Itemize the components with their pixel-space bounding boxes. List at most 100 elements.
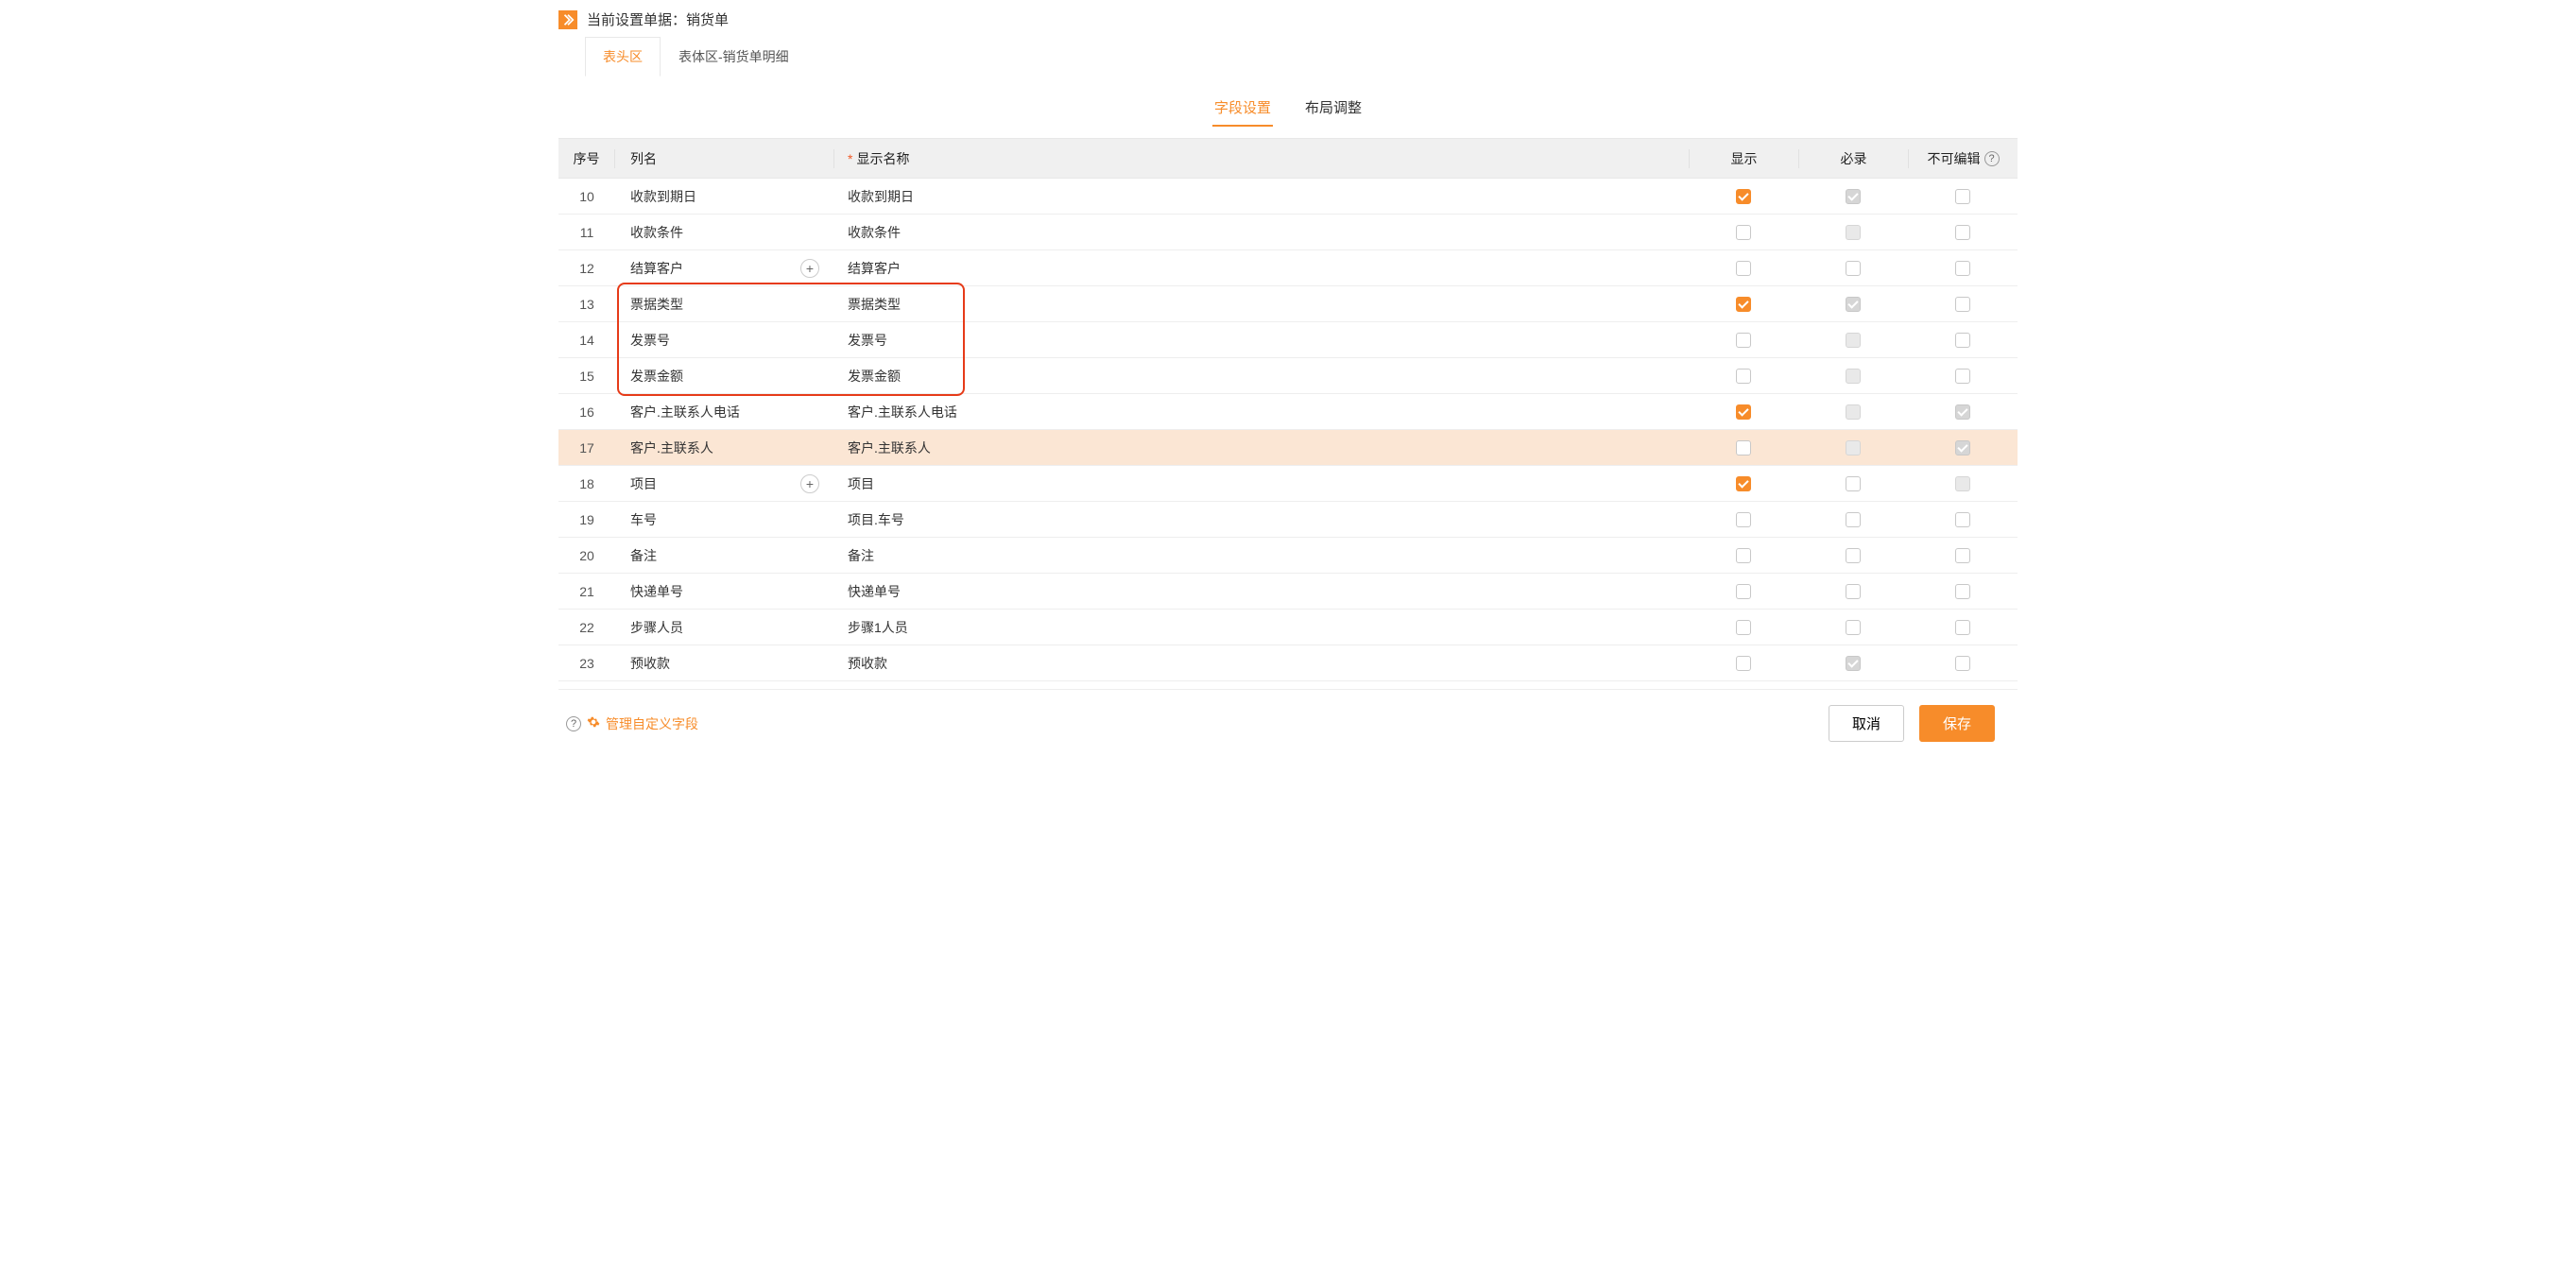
table-row[interactable]: 10收款到期日收款到期日 [558,179,2018,215]
checkbox-readonly[interactable] [1955,548,1970,563]
checkbox-visible[interactable] [1736,369,1751,384]
checkbox-readonly[interactable] [1955,297,1970,312]
row-display-cell[interactable]: 项目.车号 [834,510,1689,529]
row-display-cell[interactable]: 快递单号 [834,582,1689,601]
plus-icon[interactable]: + [800,474,819,493]
row-name-cell: 票据类型 [615,295,834,314]
table-row[interactable]: 22步骤人员步骤1人员 [558,610,2018,645]
checkbox-readonly[interactable] [1955,189,1970,204]
row-display-cell[interactable]: 预收款 [834,654,1689,673]
checkbox-visible[interactable] [1736,297,1751,312]
row-display-cell[interactable]: 收款条件 [834,223,1689,242]
checkbox-readonly[interactable] [1955,512,1970,527]
table-row[interactable]: 16客户.主联系人电话客户.主联系人电话 [558,394,2018,430]
row-display-cell[interactable]: 项目 [834,474,1689,493]
row-name-label: 客户.主联系人 [630,438,713,457]
checkbox-required[interactable] [1846,512,1861,527]
table-row[interactable]: 23预收款预收款 [558,645,2018,681]
checkbox-required [1846,656,1861,671]
plus-icon[interactable]: + [800,259,819,278]
row-name-label: 快递单号 [630,582,683,601]
checkbox-readonly[interactable] [1955,261,1970,276]
table-row[interactable]: 18 项目 + 项目 [558,466,2018,502]
checkbox-readonly[interactable] [1955,369,1970,384]
checkbox-readonly[interactable] [1955,656,1970,671]
page-header: 当前设置单据： 销货单 [558,0,2018,37]
checkbox-readonly [1955,404,1970,420]
table-row[interactable]: 11收款条件收款条件 [558,215,2018,250]
table-row[interactable]: 21快递单号快递单号 [558,574,2018,610]
row-display-cell[interactable]: 备注 [834,546,1689,565]
row-display-cell[interactable]: 票据类型 [834,295,1689,314]
expand-icon[interactable] [558,10,577,29]
checkbox-readonly[interactable] [1955,333,1970,348]
row-display-cell[interactable]: 发票金额 [834,367,1689,386]
col-header-name: 列名 [615,149,834,168]
row-name-cell: 车号 [615,510,834,529]
checkbox-visible[interactable] [1736,584,1751,599]
row-name-cell: 客户.主联系人 [615,438,834,457]
row-name-cell: 发票金额 [615,367,834,386]
row-display-cell[interactable]: 结算客户 [834,259,1689,278]
row-seq: 18 [558,476,615,491]
checkbox-readonly[interactable] [1955,225,1970,240]
checkbox-visible[interactable] [1736,512,1751,527]
row-display-cell[interactable]: 收款到期日 [834,187,1689,206]
row-name-cell: 项目 + [615,474,834,493]
checkbox-required [1846,189,1861,204]
row-display-cell[interactable]: 客户.主联系人电话 [834,403,1689,421]
row-name-label: 项目 [630,474,657,493]
col-header-required: 必录 [1798,149,1908,168]
checkbox-visible[interactable] [1736,225,1751,240]
row-name-label: 客户.主联系人电话 [630,403,740,421]
checkbox-visible[interactable] [1736,404,1751,420]
table-row[interactable]: 17客户.主联系人客户.主联系人 [558,430,2018,466]
checkbox-required[interactable] [1846,261,1861,276]
checkbox-required[interactable] [1846,548,1861,563]
checkbox-visible[interactable] [1736,620,1751,635]
row-name-cell: 收款到期日 [615,187,834,206]
table-row[interactable]: 13票据类型票据类型 [558,286,2018,322]
checkbox-readonly[interactable] [1955,584,1970,599]
checkbox-visible[interactable] [1736,548,1751,563]
table-row[interactable]: 19车号项目.车号 [558,502,2018,538]
save-button[interactable]: 保存 [1919,705,1995,742]
subtab-layout-adjust[interactable]: 布局调整 [1303,94,1364,127]
row-seq: 20 [558,548,615,563]
help-icon[interactable]: ? [1984,151,2000,166]
manage-custom-fields-link[interactable]: 管理自定义字段 [606,714,698,733]
checkbox-visible[interactable] [1736,656,1751,671]
row-seq: 19 [558,512,615,527]
row-display-cell[interactable]: 客户.主联系人 [834,438,1689,457]
row-seq: 10 [558,189,615,204]
checkbox-visible[interactable] [1736,333,1751,348]
subtab-field-settings[interactable]: 字段设置 [1212,94,1273,127]
gear-icon [587,715,600,731]
row-name-cell: 预收款 [615,654,834,673]
row-display-cell[interactable]: 发票号 [834,331,1689,350]
footer-help-icon[interactable]: ? [566,716,581,731]
tab-header-region[interactable]: 表头区 [585,37,661,77]
row-name-label: 发票号 [630,331,670,350]
table-row[interactable]: 15发票金额发票金额 [558,358,2018,394]
checkbox-required[interactable] [1846,584,1861,599]
table-row[interactable]: 14发票号发票号 [558,322,2018,358]
table-row[interactable]: 20备注备注 [558,538,2018,574]
header-prefix: 当前设置单据： [587,9,686,29]
checkbox-visible[interactable] [1736,189,1751,204]
checkbox-required[interactable] [1846,476,1861,491]
checkbox-required [1846,404,1861,420]
row-name-cell: 发票号 [615,331,834,350]
tab-body-region[interactable]: 表体区-销货单明细 [661,37,807,77]
checkbox-required [1846,369,1861,384]
row-seq: 22 [558,620,615,635]
checkbox-visible[interactable] [1736,261,1751,276]
row-display-cell[interactable]: 步骤1人员 [834,618,1689,637]
sub-tabs: 字段设置 布局调整 [558,77,2018,134]
cancel-button[interactable]: 取消 [1829,705,1904,742]
checkbox-visible[interactable] [1736,440,1751,456]
checkbox-required[interactable] [1846,620,1861,635]
checkbox-readonly[interactable] [1955,620,1970,635]
table-row[interactable]: 12结算客户+结算客户 [558,250,2018,286]
checkbox-visible[interactable] [1736,476,1751,491]
